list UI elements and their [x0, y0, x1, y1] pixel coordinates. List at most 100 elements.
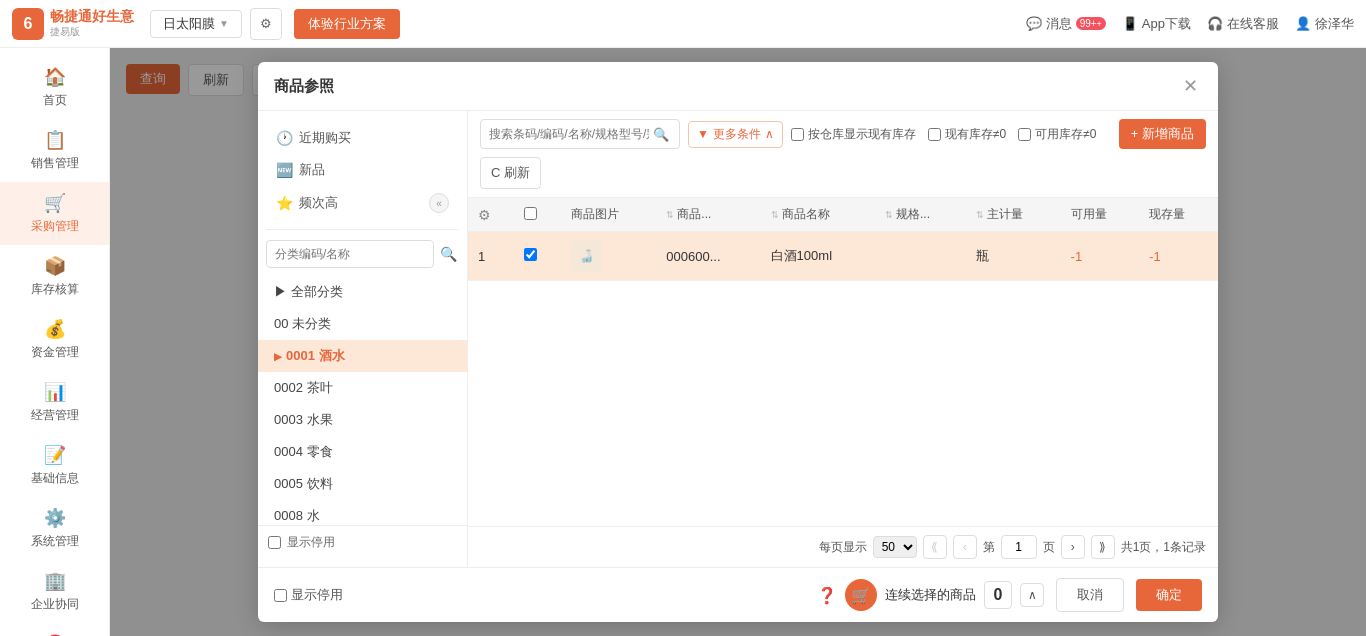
refresh-button[interactable]: C 刷新	[480, 157, 541, 189]
footer-show-disabled[interactable]: 显示停用	[274, 586, 343, 604]
category-search-input[interactable]	[266, 240, 434, 268]
sidebar-item-base[interactable]: 📝 基础信息	[0, 434, 109, 497]
purchase-icon: 🛒	[44, 192, 66, 214]
cell-check[interactable]	[514, 232, 560, 281]
messages-badge: 99++	[1076, 17, 1106, 30]
cart-icon[interactable]: 🛒	[845, 579, 877, 611]
messages-item[interactable]: 💬 消息 99++	[1026, 15, 1106, 33]
cell-code: 000600...	[656, 232, 760, 281]
sidebar-item-finance[interactable]: 💰 资金管理	[0, 308, 109, 371]
sidebar-item-corp[interactable]: 🏢 企业协同	[0, 560, 109, 623]
product-thumbnail: 🍶	[571, 240, 603, 272]
category-item-0005[interactable]: 0005 饮料	[258, 468, 467, 500]
col-code-label: 商品...	[677, 206, 711, 223]
logo-sub: 捷易版	[50, 25, 134, 39]
sidebar-item-home[interactable]: 🏠 首页	[0, 56, 109, 119]
col-spec-label: 规格...	[896, 206, 930, 223]
col-name[interactable]: ⇅商品名称	[761, 198, 875, 232]
sidebar-item-system[interactable]: ⚙️ 系统管理	[0, 497, 109, 560]
category-search-button[interactable]: 🔍	[438, 240, 459, 268]
add-product-button[interactable]: + 新增商品	[1119, 119, 1206, 149]
col-unit[interactable]: ⇅主计量	[966, 198, 1060, 232]
next-page-button[interactable]: ›	[1061, 535, 1085, 559]
product-search-input[interactable]	[489, 127, 649, 141]
checkbox-stock-label: 现有库存≠0	[945, 126, 1006, 143]
select-all-checkbox[interactable]	[524, 207, 537, 220]
question-icon[interactable]: ❓	[817, 586, 837, 605]
category-item-0002[interactable]: 0002 茶叶	[258, 372, 467, 404]
col-code[interactable]: ⇅商品...	[656, 198, 760, 232]
col-settings[interactable]: ⚙	[468, 198, 514, 232]
cell-stock: -1	[1139, 232, 1218, 281]
col-available-label: 可用量	[1071, 206, 1107, 223]
checkbox-stock-nonzero[interactable]: 现有库存≠0	[928, 126, 1006, 143]
clock-icon: 🕐	[276, 130, 293, 146]
nav-dropdown-label: 日太阳膜	[163, 15, 215, 33]
trial-button[interactable]: 体验行业方案	[294, 9, 400, 39]
new-icon: 🆕	[276, 162, 293, 178]
category-item-0001[interactable]: ▶ 0001 酒水	[258, 340, 467, 372]
filter-icon: ▼	[697, 127, 709, 141]
sidebar-item-sales[interactable]: 📋 销售管理	[0, 119, 109, 182]
modal-overlay[interactable]: 商品参照 ✕ 🕐 近期购买 🆕	[110, 48, 1366, 636]
checkbox-warehouse[interactable]: 按仓库显示现有库存	[791, 126, 916, 143]
tab-new[interactable]: 🆕 新品	[266, 155, 459, 185]
checkbox-warehouse-input[interactable]	[791, 128, 804, 141]
category-label-all: ▶ 全部分类	[274, 283, 343, 301]
tab-new-label: 新品	[299, 161, 325, 179]
row-checkbox[interactable]	[524, 248, 537, 261]
show-disabled-checkbox[interactable]	[268, 536, 281, 549]
tab-recent-purchase[interactable]: 🕐 近期购买	[266, 123, 459, 153]
app-download-item[interactable]: 📱 App下载	[1122, 15, 1191, 33]
sidebar-item-inventory[interactable]: 📦 库存核算	[0, 245, 109, 308]
collapse-icon[interactable]: «	[429, 193, 449, 213]
category-item-00[interactable]: 00 未分类	[258, 308, 467, 340]
category-item-0004[interactable]: 0004 零食	[258, 436, 467, 468]
mobile-icon: 📱	[1122, 16, 1138, 31]
modal-body: 🕐 近期购买 🆕 新品 ⭐ 频次高 «	[258, 111, 1218, 567]
settings-icon[interactable]: ⚙	[250, 8, 282, 40]
sidebar-item-business[interactable]: 📊 经营管理	[0, 371, 109, 434]
filter-button[interactable]: ▼ 更多条件 ∧	[688, 121, 783, 148]
checkbox-available-nonzero-input[interactable]	[1018, 128, 1031, 141]
modal-close-button[interactable]: ✕	[1178, 74, 1202, 98]
category-item-0003[interactable]: 0003 水果	[258, 404, 467, 436]
tab-frequent-label: 频次高	[299, 194, 338, 212]
footer-show-disabled-checkbox[interactable]	[274, 589, 287, 602]
prev-page-button[interactable]: ‹	[953, 535, 977, 559]
cancel-button[interactable]: 取消	[1056, 578, 1124, 612]
user-item[interactable]: 👤 徐泽华	[1295, 15, 1354, 33]
cell-available: -1	[1061, 232, 1140, 281]
category-label-0001: 0001 酒水	[286, 347, 345, 365]
sidebar-label-corp: 企业协同	[31, 596, 79, 613]
footer-show-disabled-label: 显示停用	[291, 586, 343, 604]
category-label-0004: 0004 零食	[274, 443, 333, 461]
col-available[interactable]: 可用量	[1061, 198, 1140, 232]
online-service-item[interactable]: 🎧 在线客服	[1207, 15, 1279, 33]
sidebar-label-inventory: 库存核算	[31, 281, 79, 298]
checkbox-warehouse-label: 按仓库显示现有库存	[808, 126, 916, 143]
first-page-button[interactable]: ⟪	[923, 535, 947, 559]
cart-collapse-button[interactable]: ∧	[1020, 583, 1044, 607]
checkbox-stock-nonzero-input[interactable]	[928, 128, 941, 141]
page-input[interactable]	[1001, 535, 1037, 559]
checkbox-group: 按仓库显示现有库存 现有库存≠0 可用库存≠0	[791, 126, 1097, 143]
nav-dropdown[interactable]: 日太阳膜 ▼	[150, 10, 242, 38]
col-stock[interactable]: 现存量	[1139, 198, 1218, 232]
sidebar: 🏠 首页 📋 销售管理 🛒 采购管理 📦 库存核算 💰 资金管理 📊 经营管理 …	[0, 48, 110, 636]
col-spec[interactable]: ⇅规格...	[875, 198, 966, 232]
sidebar-item-purchase[interactable]: 🛒 采购管理	[0, 182, 109, 245]
checkbox-available-nonzero[interactable]: 可用库存≠0	[1018, 126, 1096, 143]
sidebar-item-guide[interactable]: 🎯 新手引导	[0, 623, 109, 636]
table-row[interactable]: 1 🍶 000600... 白酒100ml 瓶 -1 -1	[468, 232, 1218, 281]
last-page-button[interactable]: ⟫	[1091, 535, 1115, 559]
category-item-0008[interactable]: 0008 水	[258, 500, 467, 525]
category-list: ▶ 全部分类 00 未分类 ▶ 0001 酒水 0002 茶叶	[258, 272, 467, 525]
confirm-button[interactable]: 确定	[1136, 579, 1202, 611]
tab-frequent[interactable]: ⭐ 频次高 «	[266, 187, 459, 219]
category-item-all[interactable]: ▶ 全部分类	[258, 276, 467, 308]
cell-unit: 瓶	[966, 232, 1060, 281]
left-panel: 🕐 近期购买 🆕 新品 ⭐ 频次高 «	[258, 111, 468, 567]
per-page-select[interactable]: 50	[873, 536, 917, 558]
sort-arrow-unit: ⇅	[976, 210, 984, 220]
